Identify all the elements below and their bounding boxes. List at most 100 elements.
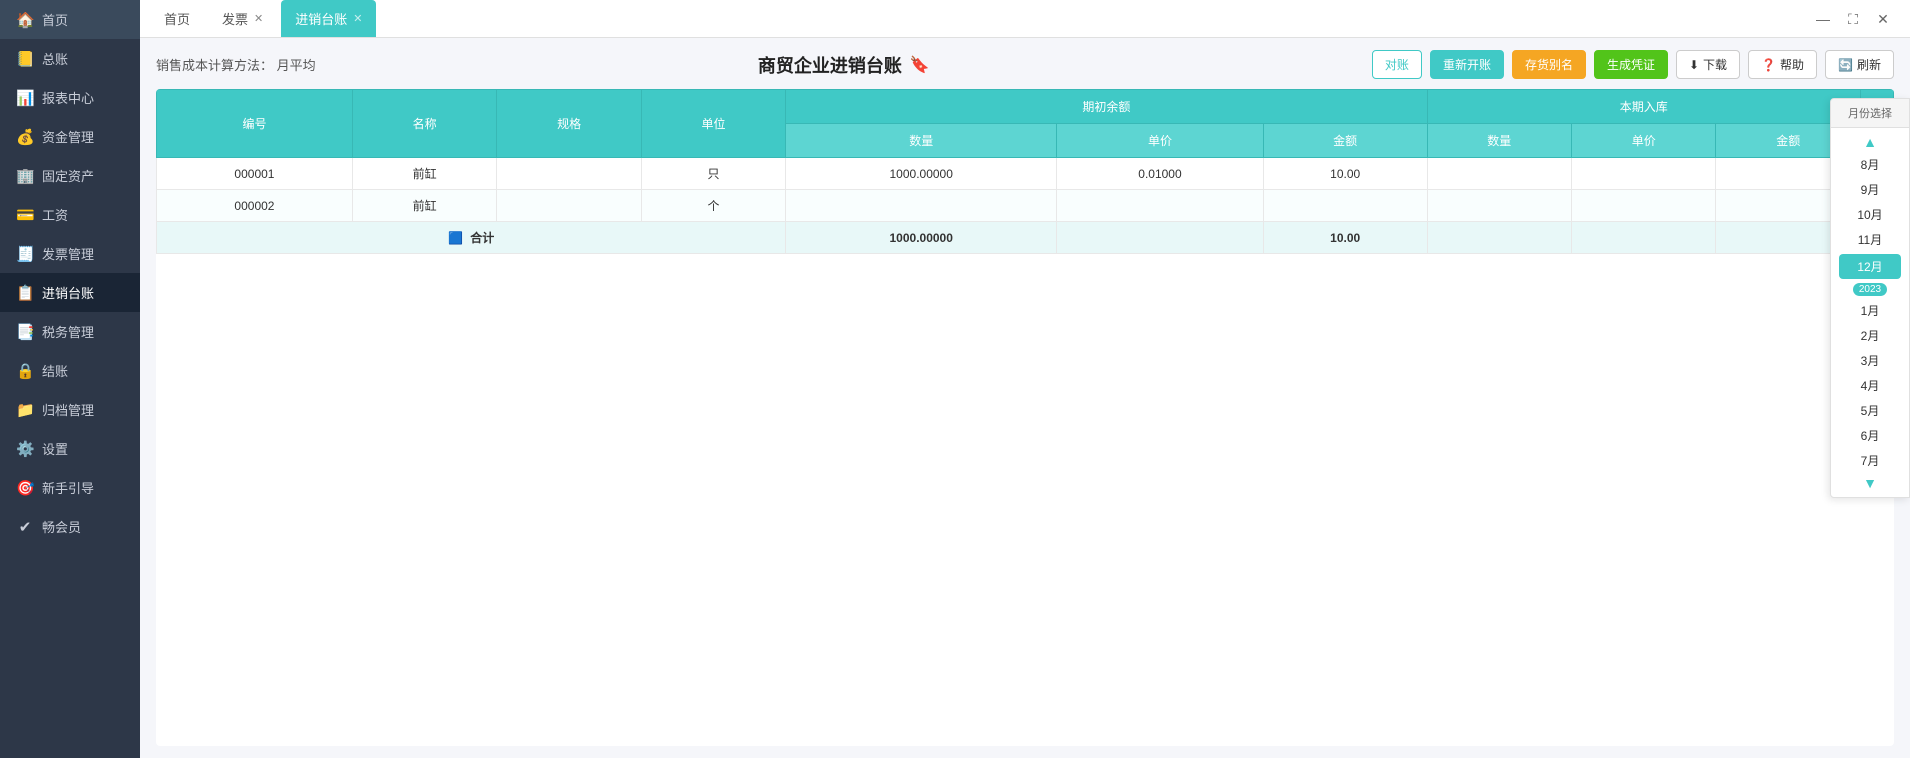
cost-method-label: 销售成本计算方法：: [156, 58, 273, 73]
month-item-1[interactable]: 1月: [1831, 298, 1909, 323]
sidebar-item-label: 发票管理: [42, 244, 94, 263]
download-label: 下载: [1703, 56, 1727, 73]
month-item-5[interactable]: 5月: [1831, 398, 1909, 423]
download-button[interactable]: ⬇ 下载: [1676, 50, 1740, 79]
tab-invoice-close[interactable]: ✕: [254, 12, 263, 25]
close-window-button[interactable]: ✕: [1872, 8, 1894, 30]
refresh-button[interactable]: 🔄 刷新: [1825, 50, 1894, 79]
sidebar-item-label: 税务管理: [42, 322, 94, 341]
page-title-area: 商贸企业进销台账 🔖: [758, 52, 930, 78]
reopen-button[interactable]: 重新开账: [1430, 50, 1504, 79]
month-panel-title: 月份选择: [1831, 99, 1909, 128]
month-item-12[interactable]: 12月: [1839, 254, 1901, 279]
table-header-row-1: 编号 名称 规格 单位 期初余额 本期入库 数: [157, 90, 1894, 124]
minimize-button[interactable]: —: [1812, 8, 1834, 30]
month-item-7[interactable]: 7月: [1831, 448, 1909, 473]
generate-voucher-button[interactable]: 生成凭证: [1594, 50, 1668, 79]
tab-home-label: 首页: [164, 9, 190, 28]
month-item-8[interactable]: 8月: [1831, 152, 1909, 177]
month-item-4[interactable]: 4月: [1831, 373, 1909, 398]
total-opening-qty: 1000.00000: [786, 222, 1057, 254]
settings-icon: ⚙️: [16, 440, 34, 458]
sidebar-item-label: 报表中心: [42, 88, 94, 107]
save-alias-button[interactable]: 存货别名: [1512, 50, 1586, 79]
info-icon[interactable]: 🔖: [910, 55, 930, 75]
sidebar-item-archive[interactable]: 📁 归档管理: [0, 390, 140, 429]
sidebar-item-label: 资金管理: [42, 127, 94, 146]
cell-number: 000001: [157, 158, 353, 190]
col-current-in-group: 本期入库: [1427, 90, 1860, 124]
table-row: 000002 前缸 个: [157, 190, 1894, 222]
sidebar-item-wages[interactable]: 💳 工资: [0, 195, 140, 234]
wages-icon: 💳: [16, 206, 34, 224]
assets-icon: 🏢: [16, 167, 34, 185]
total-opening-price: [1057, 222, 1264, 254]
month-item-2[interactable]: 2月: [1831, 323, 1909, 348]
tab-purchase-sales-close[interactable]: ✕: [353, 12, 362, 25]
tab-home[interactable]: 首页: [150, 0, 204, 37]
cell-spec: [497, 158, 641, 190]
cell-in-price: [1572, 190, 1716, 222]
tab-invoice[interactable]: 发票 ✕: [208, 0, 277, 37]
refresh-icon: 🔄: [1838, 58, 1853, 72]
sidebar-item-close[interactable]: 🔒 结账: [0, 351, 140, 390]
member-icon: ✔: [16, 518, 34, 536]
sidebar: 🏠 首页 📒 总账 📊 报表中心 💰 资金管理 🏢 固定资产 💳 工资 🧾 发票…: [0, 0, 140, 758]
data-table: 编号 名称 规格 单位 期初余额 本期入库 数 数量 单价 金额 数量 单价: [156, 89, 1894, 254]
month-item-11[interactable]: 11月: [1831, 227, 1909, 252]
sidebar-item-assets[interactable]: 🏢 固定资产: [0, 156, 140, 195]
total-label: 🟦 合计: [157, 222, 786, 254]
sidebar-item-label: 归档管理: [42, 400, 94, 419]
total-opening-amount: 10.00: [1263, 222, 1427, 254]
sidebar-item-settings[interactable]: ⚙️ 设置: [0, 429, 140, 468]
help-label: 帮助: [1780, 56, 1804, 73]
help-button[interactable]: ❓ 帮助: [1748, 50, 1817, 79]
sidebar-item-ledger[interactable]: 📒 总账: [0, 39, 140, 78]
sidebar-item-label: 工资: [42, 205, 68, 224]
sidebar-item-reports[interactable]: 📊 报表中心: [0, 78, 140, 117]
ledger-icon: 📒: [16, 50, 34, 68]
sidebar-item-member[interactable]: ✔ 畅会员: [0, 507, 140, 546]
maximize-button[interactable]: ⛶: [1842, 8, 1864, 30]
month-item-3[interactable]: 3月: [1831, 348, 1909, 373]
home-icon: 🏠: [16, 11, 34, 29]
invoice-mgmt-icon: 🧾: [16, 245, 34, 263]
month-scroll-down[interactable]: ▼: [1860, 473, 1880, 493]
total-text: 合计: [470, 231, 494, 245]
cell-in-qty: [1427, 190, 1571, 222]
reconcile-button[interactable]: 对账: [1372, 50, 1422, 79]
sidebar-item-purchase-sales[interactable]: 📋 进销台账: [0, 273, 140, 312]
col-opening-price: 单价: [1057, 124, 1264, 158]
cell-opening-amount: 10.00: [1263, 158, 1427, 190]
month-panel-scroll: ▲ 8月 9月 10月 11月 12月 2023 1月 2月 3月 4月 5月 …: [1831, 128, 1909, 497]
sidebar-item-label: 进销台账: [42, 283, 94, 302]
sidebar-item-funds[interactable]: 💰 资金管理: [0, 117, 140, 156]
sidebar-item-tax[interactable]: 📑 税务管理: [0, 312, 140, 351]
cell-name: 前缸: [352, 158, 496, 190]
cell-unit: 个: [641, 190, 785, 222]
col-spec: 规格: [497, 90, 641, 158]
refresh-label: 刷新: [1857, 56, 1881, 73]
col-name: 名称: [352, 90, 496, 158]
sidebar-item-home[interactable]: 🏠 首页: [0, 0, 140, 39]
tab-purchase-sales[interactable]: 进销台账 ✕: [281, 0, 376, 37]
month-item-9[interactable]: 9月: [1831, 177, 1909, 202]
month-selector-panel: 月份选择 ▲ 8月 9月 10月 11月 12月 2023 1月 2月 3月 4…: [1830, 98, 1910, 498]
sidebar-item-label: 设置: [42, 439, 68, 458]
cell-opening-amount: [1263, 190, 1427, 222]
month-scroll-up[interactable]: ▲: [1860, 132, 1880, 152]
guide-icon: 🎯: [16, 479, 34, 497]
page-area: 销售成本计算方法： 月平均 商贸企业进销台账 🔖 对账 重新开账 存货别名 生成…: [140, 38, 1910, 758]
col-number: 编号: [157, 90, 353, 158]
cell-opening-qty: 1000.00000: [786, 158, 1057, 190]
sidebar-item-guide[interactable]: 🎯 新手引导: [0, 468, 140, 507]
window-controls: — ⛶ ✕: [1812, 8, 1894, 30]
main-content: 首页 发票 ✕ 进销台账 ✕ 销售成本计算方法： 月平均 商贸企业进销台账 🔖 …: [140, 0, 1910, 758]
month-item-6[interactable]: 6月: [1831, 423, 1909, 448]
funds-icon: 💰: [16, 128, 34, 146]
help-icon: ❓: [1761, 58, 1776, 72]
cell-in-qty: [1427, 158, 1571, 190]
reports-icon: 📊: [16, 89, 34, 107]
month-item-10[interactable]: 10月: [1831, 202, 1909, 227]
sidebar-item-invoice-mgmt[interactable]: 🧾 发票管理: [0, 234, 140, 273]
